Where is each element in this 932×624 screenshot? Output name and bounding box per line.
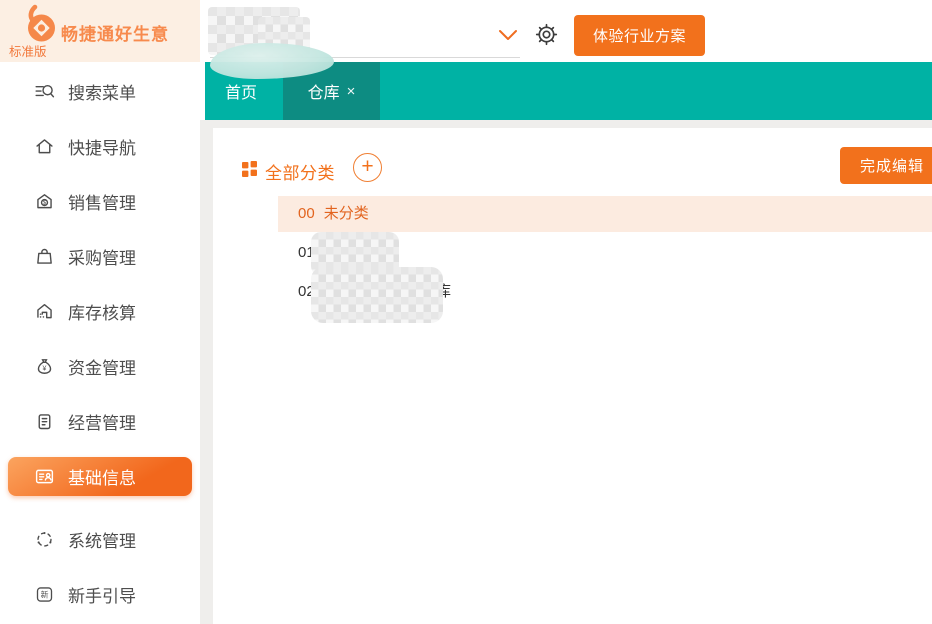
sidebar-item-system[interactable]: 系统管理 — [0, 512, 200, 567]
category-name-redacted — [311, 267, 443, 323]
guide-icon: 新 — [34, 584, 55, 605]
category-list: 00 未分类 01 02 库 — [278, 196, 932, 323]
sidebar-item-purchase[interactable]: 采购管理 — [0, 229, 200, 284]
trial-industry-plan-button[interactable]: 体验行业方案 — [574, 15, 706, 56]
sidebar-item-funds[interactable]: ¥ 资金管理 — [0, 339, 200, 394]
svg-text:$: $ — [43, 200, 47, 207]
close-icon[interactable]: × — [347, 84, 356, 99]
system-icon — [34, 529, 55, 550]
svg-text:¥: ¥ — [43, 366, 47, 373]
purchase-icon — [34, 246, 55, 267]
finish-edit-button[interactable]: 完成编辑 — [839, 147, 932, 184]
sidebar-item-label: 经营管理 — [68, 414, 136, 433]
section-title: 全部分类 — [265, 164, 335, 183]
inventory-icon — [34, 301, 55, 322]
sidebar-item-sales[interactable]: $ 销售管理 — [0, 174, 200, 229]
category-name: 未分类 — [323, 205, 369, 222]
basic-info-icon — [34, 466, 55, 487]
sidebar-item-guide[interactable]: 新 新手引导 — [0, 567, 200, 622]
category-code: 00 — [298, 205, 315, 222]
sidebar-item-label: 资金管理 — [68, 359, 136, 378]
sidebar-item-label: 采购管理 — [68, 249, 136, 268]
sidebar-item-inventory[interactable]: 库存核算 — [0, 284, 200, 339]
tab-label: 仓库 — [307, 85, 340, 102]
add-category-button[interactable]: + — [353, 153, 382, 182]
sidebar-item-label: 搜索菜单 — [68, 84, 136, 103]
grid-icon — [242, 161, 258, 182]
logo-area: 畅捷通好生意 标准版 — [0, 0, 200, 62]
sidebar-item-label: 快捷导航 — [68, 139, 136, 158]
sidebar-item-search-menu[interactable]: 搜索菜单 — [0, 64, 200, 119]
sidebar-item-quick-nav[interactable]: 快捷导航 — [0, 119, 200, 174]
operations-icon — [34, 411, 55, 432]
category-row-unclassified[interactable]: 00 未分类 — [278, 196, 932, 232]
chevron-down-icon[interactable] — [498, 29, 518, 47]
sidebar-item-label: 新手引导 — [68, 587, 136, 606]
sidebar-item-label: 销售管理 — [68, 194, 136, 213]
category-row-02[interactable]: 02 库 — [278, 267, 932, 323]
sidebar: 畅捷通好生意 标准版 搜索菜单 快捷导航 $ 销售管理 采购管理 库存核算 ¥ … — [0, 0, 200, 624]
app-window: 畅捷通好生意 标准版 搜索菜单 快捷导航 $ 销售管理 采购管理 库存核算 ¥ … — [0, 0, 932, 624]
brand-edition-badge: 标准版 — [9, 45, 47, 59]
tab-label: 首页 — [224, 85, 257, 102]
sidebar-item-label: 基础信息 — [68, 469, 136, 488]
sidebar-menu: 搜索菜单 快捷导航 $ 销售管理 采购管理 库存核算 ¥ 资金管理 经营管理 基… — [0, 62, 200, 624]
right-pane: 体验行业方案 首页 仓库 × 全部分类 + 完成编辑 00 未分类 01 02 … — [200, 0, 932, 624]
content-area: 全部分类 + 完成编辑 00 未分类 01 02 库 — [200, 120, 932, 624]
gear-icon[interactable] — [534, 22, 559, 52]
brand-name: 畅捷通好生意 — [61, 25, 169, 44]
category-row-01[interactable]: 01 — [278, 232, 932, 276]
plus-icon: + — [361, 155, 374, 178]
sidebar-item-label: 库存核算 — [68, 304, 136, 323]
sales-icon: $ — [34, 191, 55, 212]
sidebar-item-basic-info[interactable]: 基础信息 — [0, 457, 200, 512]
svg-text:新: 新 — [41, 589, 49, 599]
quick-nav-icon — [34, 136, 55, 157]
sidebar-item-label: 系统管理 — [68, 532, 136, 551]
search-menu-icon — [34, 81, 55, 102]
sidebar-item-operations[interactable]: 经营管理 — [0, 394, 200, 449]
funds-icon: ¥ — [34, 356, 55, 377]
category-panel: 全部分类 + 完成编辑 00 未分类 01 02 库 — [213, 128, 932, 624]
